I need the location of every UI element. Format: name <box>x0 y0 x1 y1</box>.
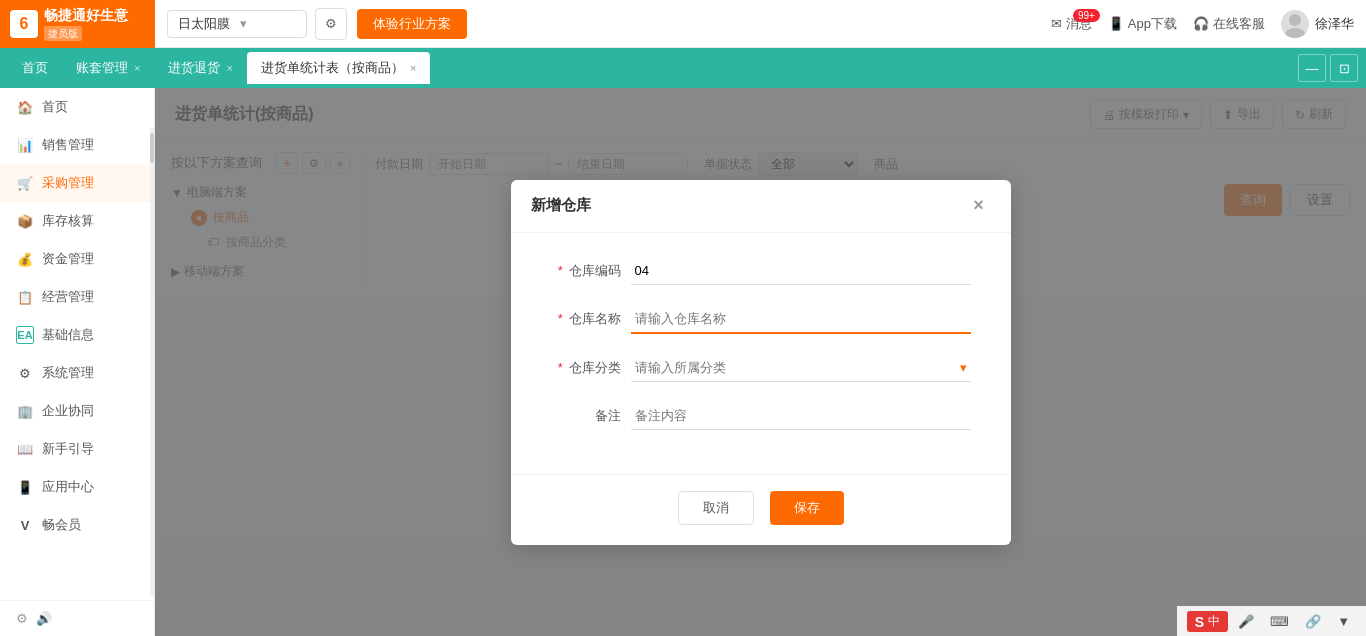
modal-header: 新增仓库 × <box>511 180 1011 233</box>
enterprise-icon: 🏢 <box>16 402 34 420</box>
settings-button[interactable]: ⚙ <box>315 8 347 40</box>
message-icon: ✉ <box>1051 16 1062 31</box>
sidebar-item-inventory[interactable]: 📦 库存核算 <box>0 202 154 240</box>
tab-actions: — ⊡ <box>1298 54 1358 82</box>
sidebar-item-finance[interactable]: 💰 资金管理 <box>0 240 154 278</box>
tab-purchase-return-close[interactable]: × <box>226 62 232 74</box>
app-download-button[interactable]: 📱 App下载 <box>1108 15 1177 33</box>
link-button[interactable]: 🔗 <box>1299 612 1327 631</box>
user-avatar <box>1281 10 1309 38</box>
sidebar-item-system[interactable]: ⚙ 系统管理 <box>0 354 154 392</box>
sales-icon: 📊 <box>16 136 34 154</box>
sidebar-item-management[interactable]: 📋 经营管理 <box>0 278 154 316</box>
warehouse-category-label: * 仓库分类 <box>551 359 631 377</box>
vip-icon: V <box>16 516 34 534</box>
sidebar-item-home[interactable]: 🏠 首页 <box>0 88 154 126</box>
modal-title: 新增仓库 <box>531 196 591 215</box>
purchase-icon: 🛒 <box>16 174 34 192</box>
system-icon: ⚙ <box>16 364 34 382</box>
messages-button[interactable]: ✉ 消息 99+ <box>1051 15 1092 33</box>
sidebar-settings-icon[interactable]: ⚙ <box>16 611 28 626</box>
messages-badge: 99+ <box>1073 9 1100 22</box>
form-row-warehouse-code: * 仓库编码 <box>551 257 971 285</box>
status-bar: S 中 🎤 ⌨ 🔗 ▼ <box>1177 606 1366 636</box>
management-icon: 📋 <box>16 288 34 306</box>
sidebar-item-vip[interactable]: V 畅会员 <box>0 506 154 544</box>
logo-text: 畅捷通好生意 捷员版 <box>44 6 128 42</box>
required-star: * <box>558 263 563 278</box>
sidebar-item-guide[interactable]: 📖 新手引导 <box>0 430 154 468</box>
tab-purchase-stats-close[interactable]: × <box>410 62 416 74</box>
guide-icon: 📖 <box>16 440 34 458</box>
mobile-icon: 📱 <box>1108 16 1124 31</box>
s-logo: S <box>1195 614 1204 630</box>
modal-overlay: 新增仓库 × * 仓库编码 <box>155 88 1366 636</box>
tab-accounts-close[interactable]: × <box>134 62 140 74</box>
basic-info-icon: EA <box>16 326 34 344</box>
main-layout: 🏠 首页 📊 销售管理 🛒 采购管理 📦 库存核算 💰 资金管理 📋 经营管理 … <box>0 88 1366 636</box>
home-icon: 🏠 <box>16 98 34 116</box>
sidebar-item-app-center[interactable]: 📱 应用中心 <box>0 468 154 506</box>
cancel-button[interactable]: 取消 <box>678 491 754 525</box>
required-star-name: * <box>558 311 563 326</box>
warehouse-code-label: * 仓库编码 <box>551 262 631 280</box>
tab-home[interactable]: 首页 <box>8 52 62 84</box>
sidebar-item-basic-info[interactable]: EA 基础信息 <box>0 316 154 354</box>
user-area[interactable]: 徐泽华 <box>1281 10 1354 38</box>
app-center-icon: 📱 <box>16 478 34 496</box>
store-dropdown-arrow: ▾ <box>240 16 296 31</box>
tab-maximize-button[interactable]: ⊡ <box>1330 54 1358 82</box>
required-star-category: * <box>558 360 563 375</box>
top-header: 6 畅捷通好生意 捷员版 日太阳膜 ▾ ⚙ 体验行业方案 ✉ 消息 99+ 📱 … <box>0 0 1366 48</box>
svg-point-1 <box>1285 28 1305 38</box>
modal-close-button[interactable]: × <box>967 194 991 218</box>
sidebar-item-sales[interactable]: 📊 销售管理 <box>0 126 154 164</box>
nav-tabs: 首页 账套管理 × 进货退货 × 进货单统计表（按商品） × — ⊡ <box>0 48 1366 88</box>
keyboard-button[interactable]: ⌨ <box>1264 612 1295 631</box>
sidebar-scrollbar <box>150 128 154 596</box>
online-service-button[interactable]: 🎧 在线客服 <box>1193 15 1265 33</box>
svg-point-0 <box>1289 14 1301 26</box>
store-selector[interactable]: 日太阳膜 ▾ <box>167 10 307 38</box>
form-row-remark: 备注 <box>551 402 971 430</box>
logo-area: 6 畅捷通好生意 捷员版 <box>0 0 155 48</box>
tab-purchase-return[interactable]: 进货退货 × <box>154 52 246 84</box>
status-logo: S 中 <box>1187 611 1228 632</box>
sidebar: 🏠 首页 📊 销售管理 🛒 采购管理 📦 库存核算 💰 资金管理 📋 经营管理 … <box>0 88 155 636</box>
save-button[interactable]: 保存 <box>770 491 844 525</box>
modal-add-warehouse: 新增仓库 × * 仓库编码 <box>511 180 1011 545</box>
content-area: 进货单统计(按商品) 🖨 按模板打印 ▾ ⬆ 导出 ↻ 刷新 <box>155 88 1366 636</box>
form-row-warehouse-category: * 仓库分类 ▾ <box>551 354 971 382</box>
tab-purchase-stats[interactable]: 进货单统计表（按商品） × <box>247 52 430 84</box>
tab-minimize-button[interactable]: — <box>1298 54 1326 82</box>
remark-label: 备注 <box>551 407 631 425</box>
status-zh: 中 <box>1208 613 1220 630</box>
inventory-icon: 📦 <box>16 212 34 230</box>
dropdown-button[interactable]: ▼ <box>1331 612 1356 631</box>
logo-icon: 6 <box>10 10 38 38</box>
sidebar-volume-icon[interactable]: 🔊 <box>36 611 52 626</box>
modal-body: * 仓库编码 * 仓库名称 <box>511 233 1011 474</box>
headset-icon: 🎧 <box>1193 16 1209 31</box>
mic-button[interactable]: 🎤 <box>1232 612 1260 631</box>
warehouse-category-select-wrapper: ▾ <box>631 354 971 382</box>
category-dropdown-arrow[interactable]: ▾ <box>960 360 967 375</box>
warehouse-name-input[interactable] <box>631 305 971 334</box>
sidebar-item-enterprise[interactable]: 🏢 企业协同 <box>0 392 154 430</box>
trial-button[interactable]: 体验行业方案 <box>357 9 467 39</box>
remark-input[interactable] <box>631 402 971 430</box>
header-right: ✉ 消息 99+ 📱 App下载 🎧 在线客服 徐泽华 <box>1051 10 1354 38</box>
warehouse-category-input[interactable] <box>635 360 960 375</box>
sidebar-scroll-thumb <box>150 133 154 163</box>
warehouse-name-label: * 仓库名称 <box>551 310 631 328</box>
warehouse-code-input[interactable] <box>631 257 971 285</box>
username-label: 徐泽华 <box>1315 15 1354 33</box>
sidebar-bottom: ⚙ 🔊 <box>0 600 154 636</box>
form-row-warehouse-name: * 仓库名称 <box>551 305 971 334</box>
modal-footer: 取消 保存 <box>511 474 1011 545</box>
finance-icon: 💰 <box>16 250 34 268</box>
tab-accounts[interactable]: 账套管理 × <box>62 52 154 84</box>
sidebar-item-purchase[interactable]: 🛒 采购管理 <box>0 164 154 202</box>
